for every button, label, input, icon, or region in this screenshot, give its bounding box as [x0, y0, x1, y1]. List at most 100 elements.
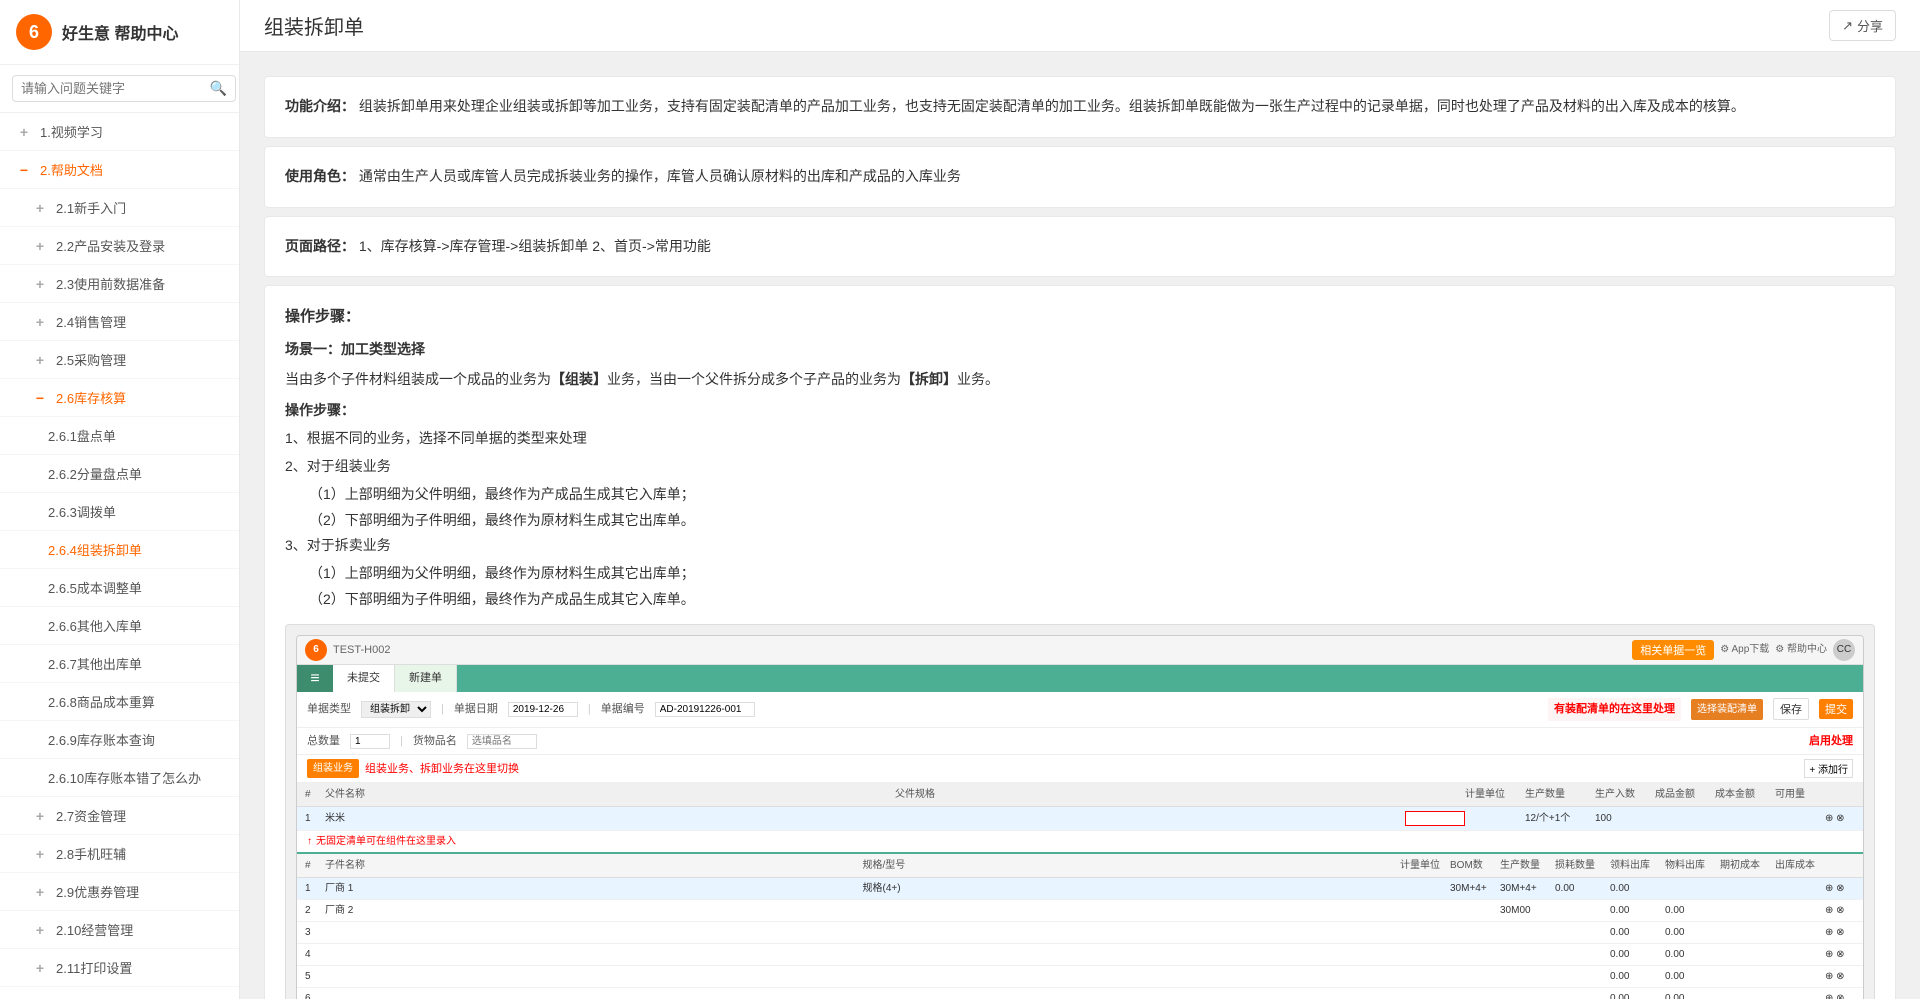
- mock-annotation4: 启用处理: [1809, 732, 1853, 751]
- mock-date-input[interactable]: [508, 702, 578, 717]
- sidebar-item-install[interactable]: 2.2产品安装及登录: [0, 227, 239, 265]
- role-text: 通常由生产人员或库管人员完成拆装业务的操作，库管人员确认原材料的出库和产成品的入…: [359, 168, 961, 184]
- plus-icon: [16, 124, 32, 140]
- sidebar-item-2.6.2[interactable]: 2.6.2分量盘点单: [0, 455, 239, 493]
- step-3: 3、对于拆卖业务: [285, 534, 1875, 558]
- mock-row1-qty: 12/个+1个: [1525, 810, 1595, 827]
- sidebar-item-2.6.3[interactable]: 2.6.3调拨单: [0, 493, 239, 531]
- plus-icon-purchase: [32, 352, 48, 368]
- path-label: 页面路径：: [285, 238, 355, 254]
- sidebar-item-operation[interactable]: 2.10经营管理: [0, 911, 239, 949]
- operations-card: 操作步骤： 场景一：加工类型选择 当由多个子件材料组装成一个成品的业务为【组装】…: [264, 285, 1896, 999]
- mock-qty-input[interactable]: [350, 734, 390, 749]
- sidebar-item-2.6.7[interactable]: 2.6.7其他出库单: [0, 645, 239, 683]
- sidebar-item-2.6.9[interactable]: 2.6.9库存账本查询: [0, 721, 239, 759]
- sub-row5-num: 5: [305, 968, 325, 985]
- mock-annotation5: 无固定清单可在组件在这里录入: [316, 833, 456, 850]
- sidebar-item-2.6.1[interactable]: 2.6.1盘点单: [0, 417, 239, 455]
- topbar: 组装拆卸单 ↗ 分享: [240, 0, 1920, 52]
- sub-row1-name: 厂商 1: [325, 880, 863, 897]
- mock-product-label: 货物品名: [413, 732, 457, 751]
- sidebar-item-purchase[interactable]: 2.5采购管理: [0, 341, 239, 379]
- sidebar-item-inventory[interactable]: 2.6库存核算: [0, 379, 239, 417]
- annotation5-arrow: ↑: [307, 833, 312, 850]
- sub-row1-spec: 规格(4+): [863, 880, 1401, 897]
- sidebar-item-2.6.8[interactable]: 2.6.8商品成本重算: [0, 683, 239, 721]
- mock-row1-spec[interactable]: [1405, 811, 1465, 826]
- plus-icon-sales: [32, 314, 48, 330]
- sub-row4-num: 4: [305, 946, 325, 963]
- mock-num-input[interactable]: [655, 702, 755, 717]
- mock-product-input[interactable]: [467, 734, 537, 749]
- intro-label: 功能介绍：: [285, 98, 355, 114]
- share-button[interactable]: ↗ 分享: [1829, 10, 1896, 41]
- step-3-1: （1）上部明细为父件明细，最终作为原材料生成其它出库单；: [309, 562, 1875, 586]
- intro-text: 组装拆卸单用来处理企业组装或拆卸等加工业务，支持有固定装配清单的产品加工业务，也…: [359, 98, 1745, 114]
- plus-icon-prepare: [32, 276, 48, 292]
- plus-icon-operation: [32, 922, 48, 938]
- mock-tab-new[interactable]: 新建单: [395, 665, 457, 692]
- brand-name: 好生意 帮助中心: [62, 20, 178, 44]
- share-icon: ↗: [1842, 18, 1853, 34]
- page-title: 组装拆卸单: [264, 11, 364, 40]
- mock-type-select[interactable]: 组装拆卸: [361, 701, 431, 718]
- minus-icon-inventory: [32, 390, 48, 406]
- mock-add-row-btn[interactable]: + 添加行: [1804, 759, 1853, 778]
- step-3-2: （2）下部明细为子件明细，最终作为产成品生成其它入库单。: [309, 588, 1875, 612]
- sidebar-item-finance[interactable]: 2.7资金管理: [0, 797, 239, 835]
- mock-logo: 6: [305, 639, 327, 661]
- mock-pipe2: |: [588, 700, 591, 719]
- sidebar-item-2.6.6[interactable]: 2.6.6其他入库单: [0, 607, 239, 645]
- mock-save-btn[interactable]: 保存: [1773, 698, 1809, 720]
- mock-submit-btn[interactable]: 提交: [1819, 699, 1853, 719]
- sidebar-item-system[interactable]: 2.12系统个性化设置: [0, 987, 239, 999]
- sub-row6-num: 6: [305, 990, 325, 999]
- app-logo: 6: [16, 14, 52, 50]
- minus-icon: [16, 162, 32, 178]
- sub-row1-num: 1: [305, 880, 325, 897]
- path-text: 1、库存核算->库存管理->组装拆卸单 2、首页->常用功能: [359, 238, 711, 254]
- mock-row1-name: 米米: [325, 810, 1405, 827]
- mock-annotation1: 有装配清单的在这里处理: [1548, 698, 1681, 721]
- plus-icon-newcomer: [32, 200, 48, 216]
- sidebar-item-docs[interactable]: 2.帮助文档: [0, 151, 239, 189]
- sidebar-item-2.6.5[interactable]: 2.6.5成本调整单: [0, 569, 239, 607]
- sidebar-item-coupon[interactable]: 2.9优惠券管理: [0, 873, 239, 911]
- operations-title: 操作步骤：: [285, 304, 1875, 330]
- sidebar-item-2.6.10[interactable]: 2.6.10库存账本错了怎么办: [0, 759, 239, 797]
- mock-assembly-badge: 组装业务: [307, 759, 359, 778]
- scenario1-desc: 当由多个子件材料组装成一个成品的业务为【组装】业务，当由一个父件拆分成多个子产品…: [285, 368, 1875, 392]
- mock-pipe: |: [441, 700, 444, 719]
- search-bar[interactable]: 🔍: [0, 65, 239, 113]
- step-2: 2、对于组装业务: [285, 455, 1875, 479]
- mock-label-date: 单据日期: [454, 700, 498, 719]
- plus-icon-print: [32, 960, 48, 976]
- sidebar-item-newcomer[interactable]: 2.1新手入门: [0, 189, 239, 227]
- intro-card: 功能介绍： 组装拆卸单用来处理企业组装或拆卸等加工业务，支持有固定装配清单的产品…: [264, 76, 1896, 138]
- share-label: 分享: [1857, 16, 1883, 35]
- mock-tab-unsubmitted[interactable]: 未提交: [333, 665, 395, 692]
- mock-row1-num: 1: [305, 810, 325, 827]
- sub-row2-num: 2: [305, 902, 325, 919]
- main-area: 组装拆卸单 ↗ 分享 功能介绍： 组装拆卸单用来处理企业组装或拆卸等加工业务，支…: [240, 0, 1920, 999]
- search-input[interactable]: [12, 75, 236, 102]
- sidebar-item-mobile[interactable]: 2.8手机旺辅: [0, 835, 239, 873]
- sidebar-item-sales[interactable]: 2.4销售管理: [0, 303, 239, 341]
- mock-label-num: 单据编号: [601, 700, 645, 719]
- content-area: 功能介绍： 组装拆卸单用来处理企业组装或拆卸等加工业务，支持有固定装配清单的产品…: [240, 52, 1920, 999]
- mock-related-btn[interactable]: 相关单据一览: [1632, 640, 1714, 660]
- mock-row1-in: 100: [1595, 810, 1655, 827]
- mock-select-btn[interactable]: 选择装配清单: [1691, 699, 1763, 720]
- scenario1-title: 场景一：加工类型选择: [285, 338, 1875, 362]
- sidebar-item-prepare[interactable]: 2.3使用前数据准备: [0, 265, 239, 303]
- sidebar-item-print[interactable]: 2.11打印设置: [0, 949, 239, 987]
- plus-icon-install: [32, 238, 48, 254]
- mock-sidebar-toggle[interactable]: ≡: [297, 665, 333, 692]
- sidebar-item-videos[interactable]: 1.视频学习: [0, 113, 239, 151]
- sub-row3-num: 3: [305, 924, 325, 941]
- sidebar-item-2.6.4[interactable]: 2.6.4组装拆卸单: [0, 531, 239, 569]
- path-card: 页面路径： 1、库存核算->库存管理->组装拆卸单 2、首页->常用功能: [264, 216, 1896, 278]
- step-1: 1、根据不同的业务，选择不同单据的类型来处理: [285, 427, 1875, 451]
- sidebar: 6 好生意 帮助中心 🔍 1.视频学习 2.帮助文档 2.1新手入门 2.2产品…: [0, 0, 240, 999]
- step-2-1: （1）上部明细为父件明细，最终作为产成品生成其它入库单；: [309, 483, 1875, 507]
